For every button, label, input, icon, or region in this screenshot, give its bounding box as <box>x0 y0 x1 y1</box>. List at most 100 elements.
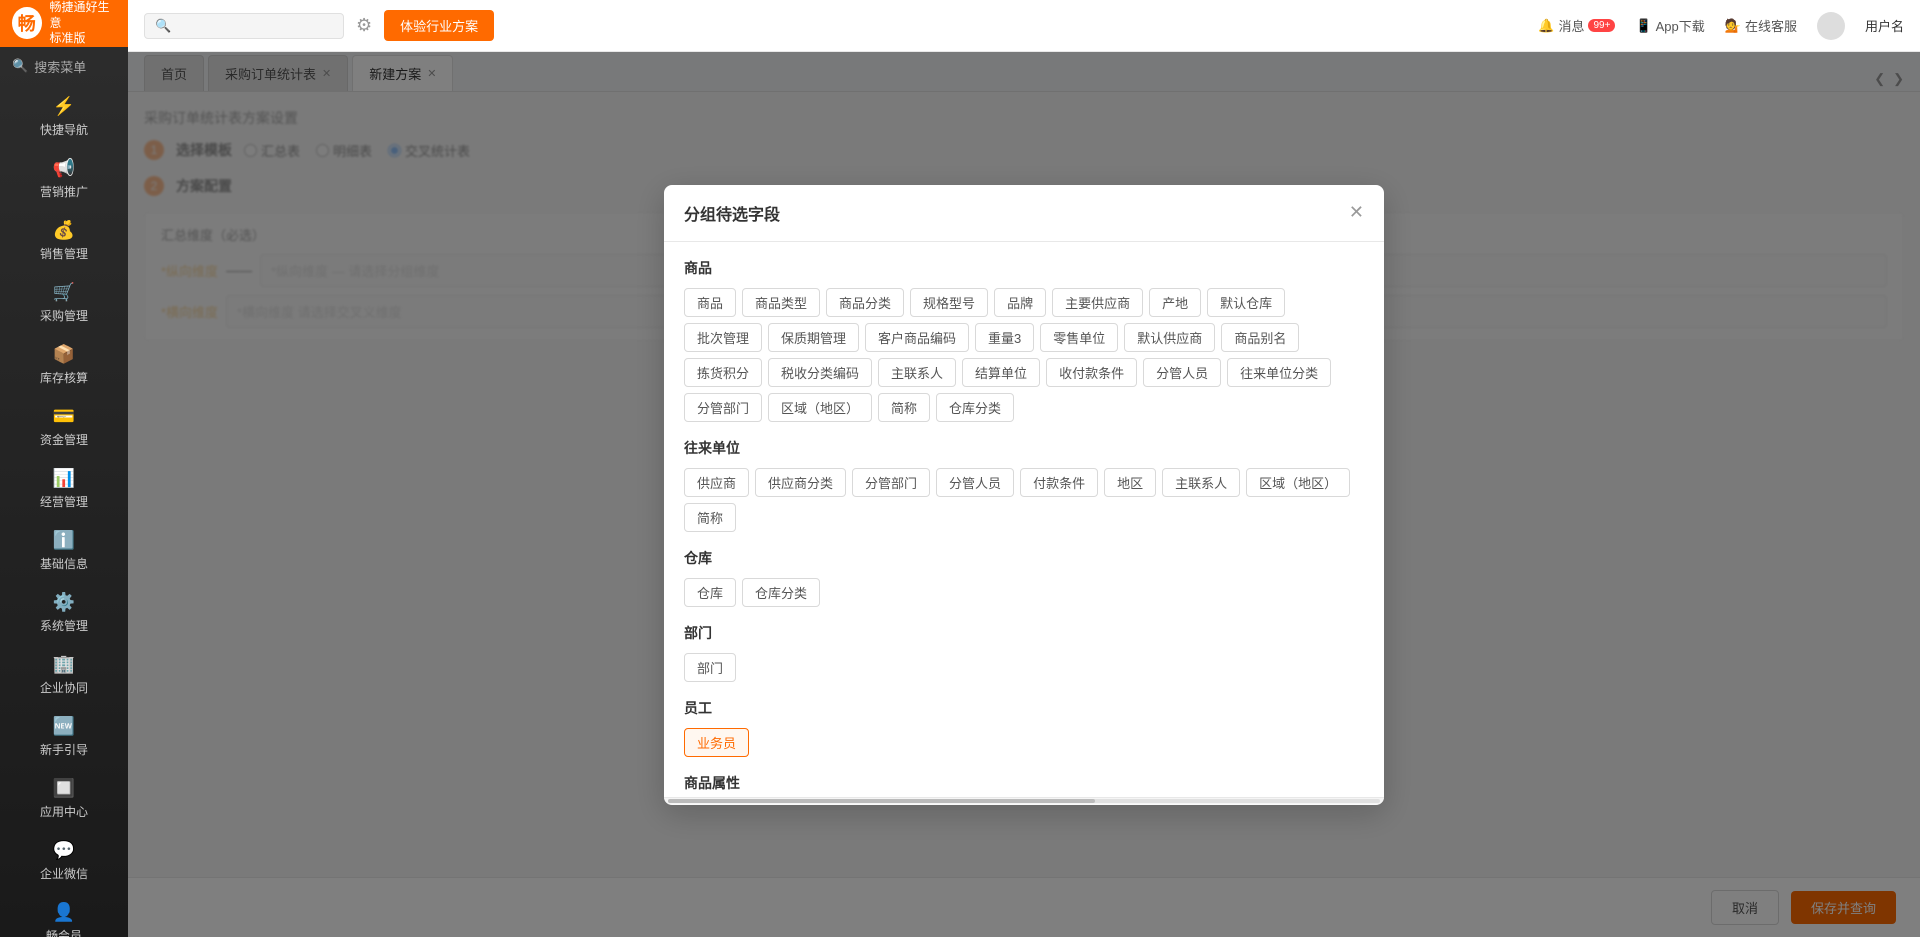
basic-icon: ℹ️ <box>53 530 75 551</box>
field-tag-供应商[interactable]: 供应商 <box>684 468 749 497</box>
sidebar-item-quick-nav[interactable]: ⚡ 快捷导航 <box>0 86 128 148</box>
apps-icon: 🔲 <box>53 778 75 799</box>
field-tag-商品分类[interactable]: 商品分类 <box>826 288 904 317</box>
operations-icon: 📊 <box>53 468 75 489</box>
field-tag-收付款条件[interactable]: 收付款条件 <box>1046 358 1137 387</box>
section-partner-title: 往来单位 <box>684 438 1364 458</box>
topbar-settings-icon[interactable]: ⚙ <box>356 15 372 36</box>
user-name[interactable]: 用户名 <box>1865 16 1904 35</box>
field-tag-仓库[interactable]: 仓库 <box>684 578 736 607</box>
modal-header: 分组待选字段 ✕ <box>664 185 1384 242</box>
experience-button[interactable]: 体验行业方案 <box>384 10 494 41</box>
field-tag-简称[interactable]: 简称 <box>878 393 930 422</box>
modal-hscrollbar[interactable] <box>664 797 1384 805</box>
field-tag-重量3[interactable]: 重量3 <box>975 323 1034 352</box>
field-tag-品牌[interactable]: 品牌 <box>994 288 1046 317</box>
section-warehouse-fields: 仓库仓库分类 <box>684 578 1364 607</box>
section-product-fields: 商品商品类型商品分类规格型号品牌主要供应商产地默认仓库批次管理保质期管理客户商品… <box>684 288 1364 422</box>
field-tag-分管人员[interactable]: 分管人员 <box>936 468 1014 497</box>
logo-icon: 畅 <box>12 7 42 39</box>
field-tag-产地[interactable]: 产地 <box>1149 288 1201 317</box>
field-tag-分管部门[interactable]: 分管部门 <box>684 393 762 422</box>
member-icon: 👤 <box>53 902 75 923</box>
field-tag-批次管理[interactable]: 批次管理 <box>684 323 762 352</box>
field-tag-地区[interactable]: 地区 <box>1104 468 1156 497</box>
section-department-title: 部门 <box>684 623 1364 643</box>
sidebar-item-sales[interactable]: 💰 销售管理 <box>0 210 128 272</box>
sidebar-item-guide[interactable]: 🆕 新手引导 <box>0 706 128 768</box>
field-tag-区域（地区）[interactable]: 区域（地区） <box>1246 468 1350 497</box>
field-tag-业务员[interactable]: 业务员 <box>684 728 749 757</box>
search-menu[interactable]: 🔍 搜索菜单 <box>0 47 128 86</box>
sidebar-item-operations[interactable]: 📊 经营管理 <box>0 458 128 520</box>
system-icon: ⚙️ <box>53 592 75 613</box>
field-tag-区域（地区）[interactable]: 区域（地区） <box>768 393 872 422</box>
sidebar-item-system[interactable]: ⚙️ 系统管理 <box>0 582 128 644</box>
section-product-title: 商品 <box>684 258 1364 278</box>
field-tag-默认仓库[interactable]: 默认仓库 <box>1207 288 1285 317</box>
field-tag-部门[interactable]: 部门 <box>684 653 736 682</box>
field-tag-结算单位[interactable]: 结算单位 <box>962 358 1040 387</box>
field-tag-商品类型[interactable]: 商品类型 <box>742 288 820 317</box>
search-icon: 🔍 <box>12 58 28 74</box>
sidebar-item-finance[interactable]: 💳 资金管理 <box>0 396 128 458</box>
topbar: 🔍 ⚙ 体验行业方案 🔔 消息 99+ 📱 App下载 💁 在线客服 用户名 <box>128 0 1920 52</box>
enterprise-icon: 🏢 <box>53 654 75 675</box>
field-tag-默认供应商[interactable]: 默认供应商 <box>1124 323 1215 352</box>
sidebar: 畅 畅捷通好生意 标准版 🔍 搜索菜单 ⚡ 快捷导航 📢 营销推广 💰 销售管理… <box>0 0 128 937</box>
notification-item[interactable]: 🔔 消息 99+ <box>1538 16 1615 35</box>
section-department-fields: 部门 <box>684 653 1364 682</box>
section-warehouse-title: 仓库 <box>684 548 1364 568</box>
sidebar-item-member[interactable]: 👤 畅会员 <box>0 892 128 937</box>
hscroll-track <box>668 799 1380 803</box>
wechat-icon: 💬 <box>53 840 75 861</box>
modal-close-button[interactable]: ✕ <box>1349 202 1364 223</box>
sales-icon: 💰 <box>53 220 75 241</box>
topbar-search-icon: 🔍 <box>155 18 171 34</box>
field-tag-付款条件[interactable]: 付款条件 <box>1020 468 1098 497</box>
field-tag-主要供应商[interactable]: 主要供应商 <box>1052 288 1143 317</box>
section-employee-fields: 业务员 <box>684 728 1364 757</box>
app-logo: 畅 畅捷通好生意 标准版 <box>0 0 128 47</box>
logo-text: 畅捷通好生意 标准版 <box>50 0 116 47</box>
field-tag-客户商品编码[interactable]: 客户商品编码 <box>865 323 969 352</box>
field-tag-保质期管理[interactable]: 保质期管理 <box>768 323 859 352</box>
field-tag-税收分类编码[interactable]: 税收分类编码 <box>768 358 872 387</box>
quick-nav-icon: ⚡ <box>53 96 75 117</box>
field-tag-分管人员[interactable]: 分管人员 <box>1143 358 1221 387</box>
service-icon: 💁 <box>1725 18 1741 34</box>
sidebar-item-purchase[interactable]: 🛒 采购管理 <box>0 272 128 334</box>
sidebar-item-basic[interactable]: ℹ️ 基础信息 <box>0 520 128 582</box>
sidebar-item-wechat[interactable]: 💬 企业微信 <box>0 830 128 892</box>
topbar-right: 🔔 消息 99+ 📱 App下载 💁 在线客服 用户名 <box>1538 12 1904 40</box>
field-tag-商品[interactable]: 商品 <box>684 288 736 317</box>
field-select-modal: 分组待选字段 ✕ 商品 商品商品类型商品分类规格型号品牌主要供应商产地默认仓库批… <box>664 185 1384 805</box>
field-tag-分管部门[interactable]: 分管部门 <box>852 468 930 497</box>
topbar-search[interactable]: 🔍 <box>144 13 344 39</box>
field-tag-主联系人[interactable]: 主联系人 <box>1162 468 1240 497</box>
sidebar-item-inventory[interactable]: 📦 库存核算 <box>0 334 128 396</box>
app-download-item[interactable]: 📱 App下载 <box>1635 16 1704 35</box>
field-tag-简称[interactable]: 简称 <box>684 503 736 532</box>
modal-body[interactable]: 商品 商品商品类型商品分类规格型号品牌主要供应商产地默认仓库批次管理保质期管理客… <box>664 242 1384 797</box>
field-tag-零售单位[interactable]: 零售单位 <box>1040 323 1118 352</box>
sidebar-item-apps[interactable]: 🔲 应用中心 <box>0 768 128 830</box>
sidebar-item-marketing[interactable]: 📢 营销推广 <box>0 148 128 210</box>
field-tag-商品别名[interactable]: 商品别名 <box>1221 323 1299 352</box>
section-partner-fields: 供应商供应商分类分管部门分管人员付款条件地区主联系人区域（地区） 简称 <box>684 468 1364 532</box>
topbar-search-input[interactable] <box>177 18 317 33</box>
field-tag-规格型号[interactable]: 规格型号 <box>910 288 988 317</box>
field-tag-供应商分类[interactable]: 供应商分类 <box>755 468 846 497</box>
sidebar-item-enterprise[interactable]: 🏢 企业协同 <box>0 644 128 706</box>
online-service-item[interactable]: 💁 在线客服 <box>1725 16 1797 35</box>
field-tag-仓库分类[interactable]: 仓库分类 <box>936 393 1014 422</box>
inventory-icon: 📦 <box>53 344 75 365</box>
field-tag-仓库分类[interactable]: 仓库分类 <box>742 578 820 607</box>
field-tag-主联系人[interactable]: 主联系人 <box>878 358 956 387</box>
hscroll-thumb[interactable] <box>668 799 1095 803</box>
field-tag-拣货积分[interactable]: 拣货积分 <box>684 358 762 387</box>
field-tag-往来单位分类[interactable]: 往来单位分类 <box>1227 358 1331 387</box>
user-avatar[interactable] <box>1817 12 1845 40</box>
marketing-icon: 📢 <box>53 158 75 179</box>
modal-title: 分组待选字段 <box>684 201 780 225</box>
